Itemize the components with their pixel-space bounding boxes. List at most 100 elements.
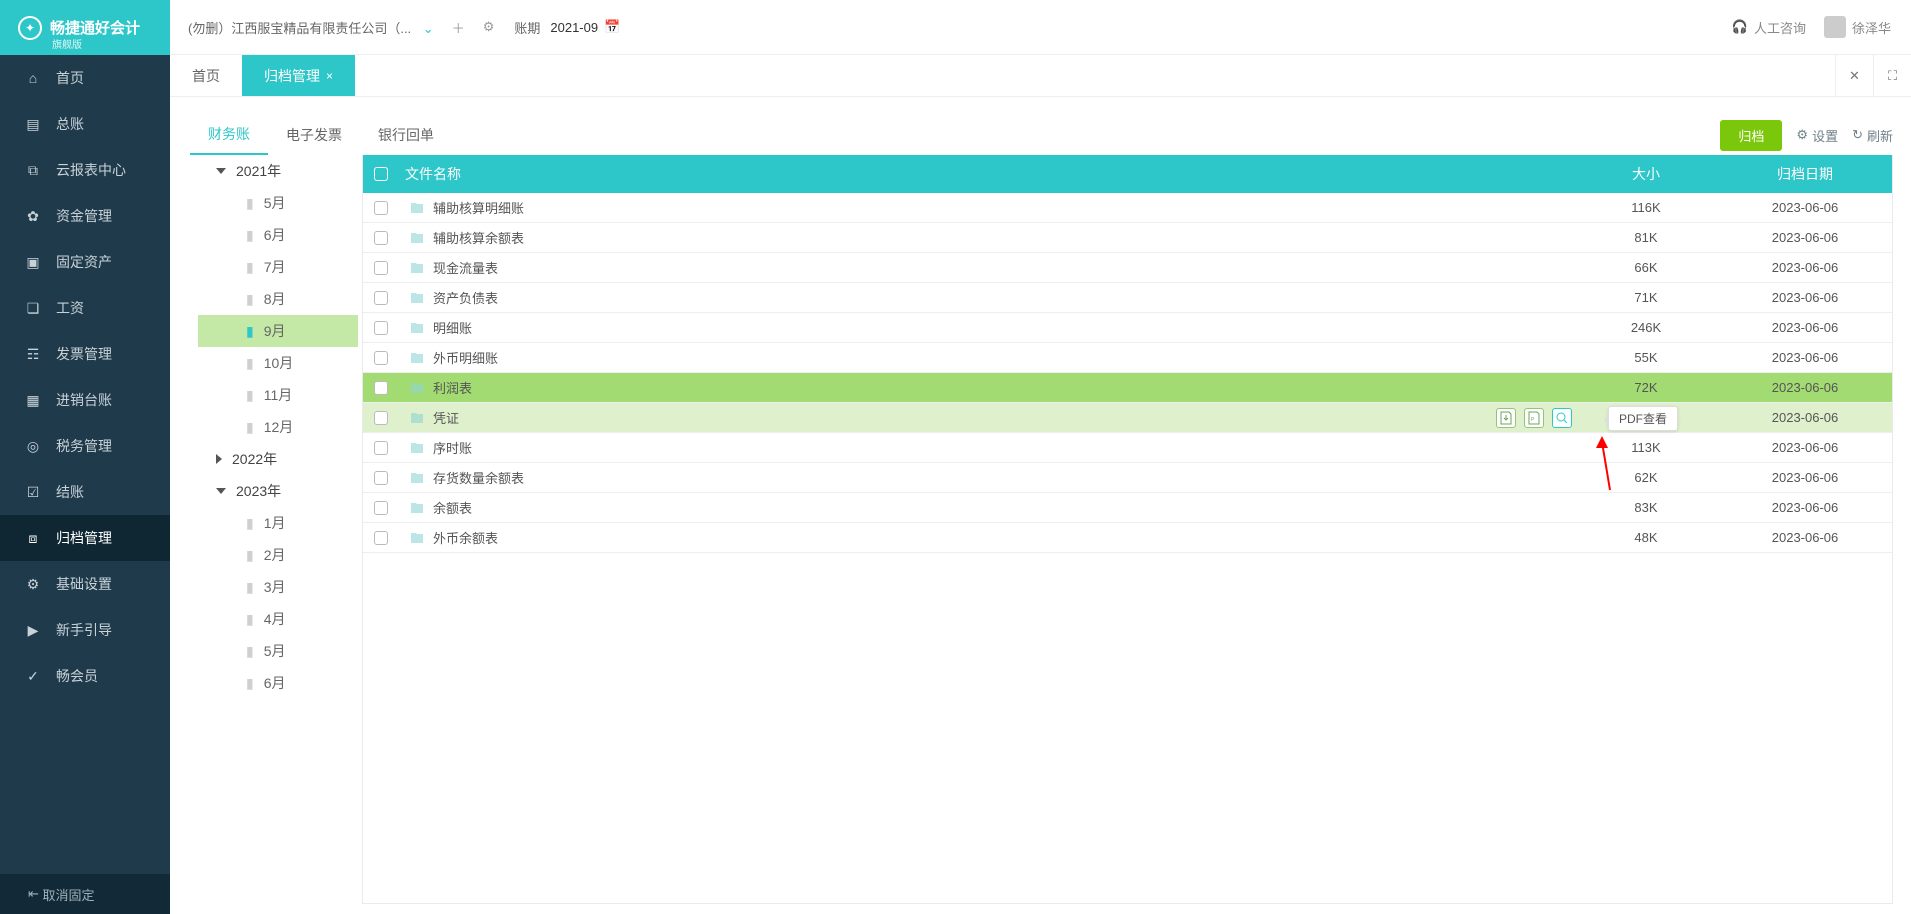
subtab-1[interactable]: 电子发票 bbox=[268, 115, 360, 155]
nav-item-0[interactable]: ⌂首页 bbox=[0, 55, 170, 101]
file-date: 2023-06-06 bbox=[1718, 230, 1892, 245]
nav-item-12[interactable]: ▶新手引导 bbox=[0, 607, 170, 653]
close-button[interactable]: ✕ bbox=[1835, 55, 1873, 96]
nav-item-10[interactable]: ⧈归档管理 bbox=[0, 515, 170, 561]
table-row[interactable]: 余额表 83K 2023-06-06 bbox=[363, 493, 1892, 523]
table-row[interactable]: 现金流量表 66K 2023-06-06 bbox=[363, 253, 1892, 283]
file-size: 71K bbox=[1574, 290, 1718, 305]
file-icon bbox=[409, 380, 425, 396]
tree-month[interactable]: ▮11月 bbox=[198, 379, 358, 411]
nav-item-8[interactable]: ◎税务管理 bbox=[0, 423, 170, 469]
select-all-checkbox[interactable] bbox=[374, 167, 388, 181]
brand-edition: 旗舰版 bbox=[52, 36, 82, 51]
row-checkbox[interactable] bbox=[374, 471, 388, 485]
video-icon: ▶ bbox=[24, 621, 42, 639]
file-name: 利润表 bbox=[433, 378, 472, 397]
tree-month[interactable]: ▮6月 bbox=[198, 667, 358, 699]
tree-month[interactable]: ▮2月 bbox=[198, 539, 358, 571]
tab-0[interactable]: 首页 bbox=[170, 55, 242, 96]
tree-month[interactable]: ▮8月 bbox=[198, 283, 358, 315]
tab-1[interactable]: 归档管理× bbox=[242, 55, 355, 96]
row-checkbox[interactable] bbox=[374, 321, 388, 335]
settings-link[interactable]: ⚙设置 bbox=[1796, 126, 1838, 145]
row-checkbox[interactable] bbox=[374, 201, 388, 215]
pin-footer[interactable]: ⇤ 取消固定 bbox=[0, 874, 170, 914]
tree-month[interactable]: ▮5月 bbox=[198, 635, 358, 667]
row-checkbox[interactable] bbox=[374, 291, 388, 305]
row-checkbox[interactable] bbox=[374, 441, 388, 455]
folder-icon: ▮ bbox=[246, 547, 254, 564]
table-row[interactable]: 利润表 72K 2023-06-06 bbox=[363, 373, 1892, 403]
row-checkbox[interactable] bbox=[374, 351, 388, 365]
table-row[interactable]: 外币余额表 48K 2023-06-06 bbox=[363, 523, 1892, 553]
refresh-link[interactable]: ↻刷新 bbox=[1852, 126, 1893, 145]
chevron-down-icon: ⌄ bbox=[423, 21, 434, 36]
tree-month[interactable]: ▮12月 bbox=[198, 411, 358, 443]
download-xls-icon[interactable] bbox=[1496, 408, 1516, 428]
archive-button[interactable]: 归档 bbox=[1720, 120, 1782, 151]
brand-title: 畅捷通好会计 bbox=[50, 17, 140, 38]
nav-item-3[interactable]: ✿资金管理 bbox=[0, 193, 170, 239]
tree-month[interactable]: ▮7月 bbox=[198, 251, 358, 283]
row-checkbox[interactable] bbox=[374, 381, 388, 395]
nav-item-5[interactable]: ❏工资 bbox=[0, 285, 170, 331]
table-row[interactable]: 资产负债表 71K 2023-06-06 bbox=[363, 283, 1892, 313]
file-date: 2023-06-06 bbox=[1718, 380, 1892, 395]
table-row[interactable]: 辅助核算余额表 81K 2023-06-06 bbox=[363, 223, 1892, 253]
file-date: 2023-06-06 bbox=[1718, 350, 1892, 365]
tree-month[interactable]: ▮5月 bbox=[198, 187, 358, 219]
tree-year[interactable]: 2023年 bbox=[198, 475, 358, 507]
calendar-icon[interactable]: 📅 bbox=[604, 19, 620, 35]
file-icon bbox=[409, 440, 425, 456]
file-date: 2023-06-06 bbox=[1718, 410, 1892, 425]
table-row[interactable]: 序时账 113K 2023-06-06 bbox=[363, 433, 1892, 463]
company-selector[interactable]: (勿删）江西服宝精品有限责任公司（... ⌄ bbox=[188, 18, 434, 37]
table-row[interactable]: 辅助核算明细账 116K 2023-06-06 bbox=[363, 193, 1892, 223]
nav-item-1[interactable]: ▤总账 bbox=[0, 101, 170, 147]
archive-icon: ⧈ bbox=[24, 529, 42, 547]
view-pdf-icon[interactable] bbox=[1552, 408, 1572, 428]
nav-item-2[interactable]: ⧉云报表中心 bbox=[0, 147, 170, 193]
file-icon bbox=[409, 410, 425, 426]
nav-item-7[interactable]: ▦进销台账 bbox=[0, 377, 170, 423]
tree-month[interactable]: ▮10月 bbox=[198, 347, 358, 379]
subtab-2[interactable]: 银行回单 bbox=[360, 115, 452, 155]
nav-item-6[interactable]: ☶发票管理 bbox=[0, 331, 170, 377]
home-icon: ⌂ bbox=[24, 69, 42, 87]
folder-icon: ▮ bbox=[246, 419, 254, 436]
table-row[interactable]: 外币明细账 55K 2023-06-06 bbox=[363, 343, 1892, 373]
nav-item-11[interactable]: ⚙基础设置 bbox=[0, 561, 170, 607]
tree-year[interactable]: 2022年 bbox=[198, 443, 358, 475]
table-row[interactable]: 存货数量余额表 62K 2023-06-06 bbox=[363, 463, 1892, 493]
tree-year[interactable]: 2021年 bbox=[198, 155, 358, 187]
settings-icon[interactable]: ⚙ bbox=[483, 19, 495, 35]
tax-icon: ◎ bbox=[24, 437, 42, 455]
file-name: 凭证 bbox=[433, 408, 459, 427]
fullscreen-button[interactable]: ⛶ bbox=[1873, 55, 1911, 96]
tree-month[interactable]: ▮3月 bbox=[198, 571, 358, 603]
nav-item-4[interactable]: ▣固定资产 bbox=[0, 239, 170, 285]
table-row[interactable]: 凭证 P PDF查看 53K 2023-06-06 bbox=[363, 403, 1892, 433]
period-value[interactable]: 2021-09 bbox=[550, 20, 598, 35]
table-row[interactable]: 明细账 246K 2023-06-06 bbox=[363, 313, 1892, 343]
nav-item-9[interactable]: ☑结账 bbox=[0, 469, 170, 515]
box-icon: ▣ bbox=[24, 253, 42, 271]
tree-month[interactable]: ▮9月 bbox=[198, 315, 358, 347]
nav-item-13[interactable]: ✓畅会员 bbox=[0, 653, 170, 699]
file-size: 55K bbox=[1574, 350, 1718, 365]
row-checkbox[interactable] bbox=[374, 501, 388, 515]
row-checkbox[interactable] bbox=[374, 411, 388, 425]
user-menu[interactable]: 徐泽华 bbox=[1824, 16, 1891, 38]
tree-month[interactable]: ▮6月 bbox=[198, 219, 358, 251]
tab-close-icon[interactable]: × bbox=[326, 69, 333, 83]
download-pdf-icon[interactable]: P bbox=[1524, 408, 1544, 428]
row-checkbox[interactable] bbox=[374, 231, 388, 245]
row-checkbox[interactable] bbox=[374, 261, 388, 275]
consult-link[interactable]: 🎧 人工咨询 bbox=[1732, 18, 1806, 37]
brand-logo-icon: ✦ bbox=[18, 16, 42, 40]
row-checkbox[interactable] bbox=[374, 531, 388, 545]
add-button[interactable]: ＋ bbox=[452, 18, 465, 37]
subtab-0[interactable]: 财务账 bbox=[190, 115, 268, 155]
tree-month[interactable]: ▮4月 bbox=[198, 603, 358, 635]
tree-month[interactable]: ▮1月 bbox=[198, 507, 358, 539]
